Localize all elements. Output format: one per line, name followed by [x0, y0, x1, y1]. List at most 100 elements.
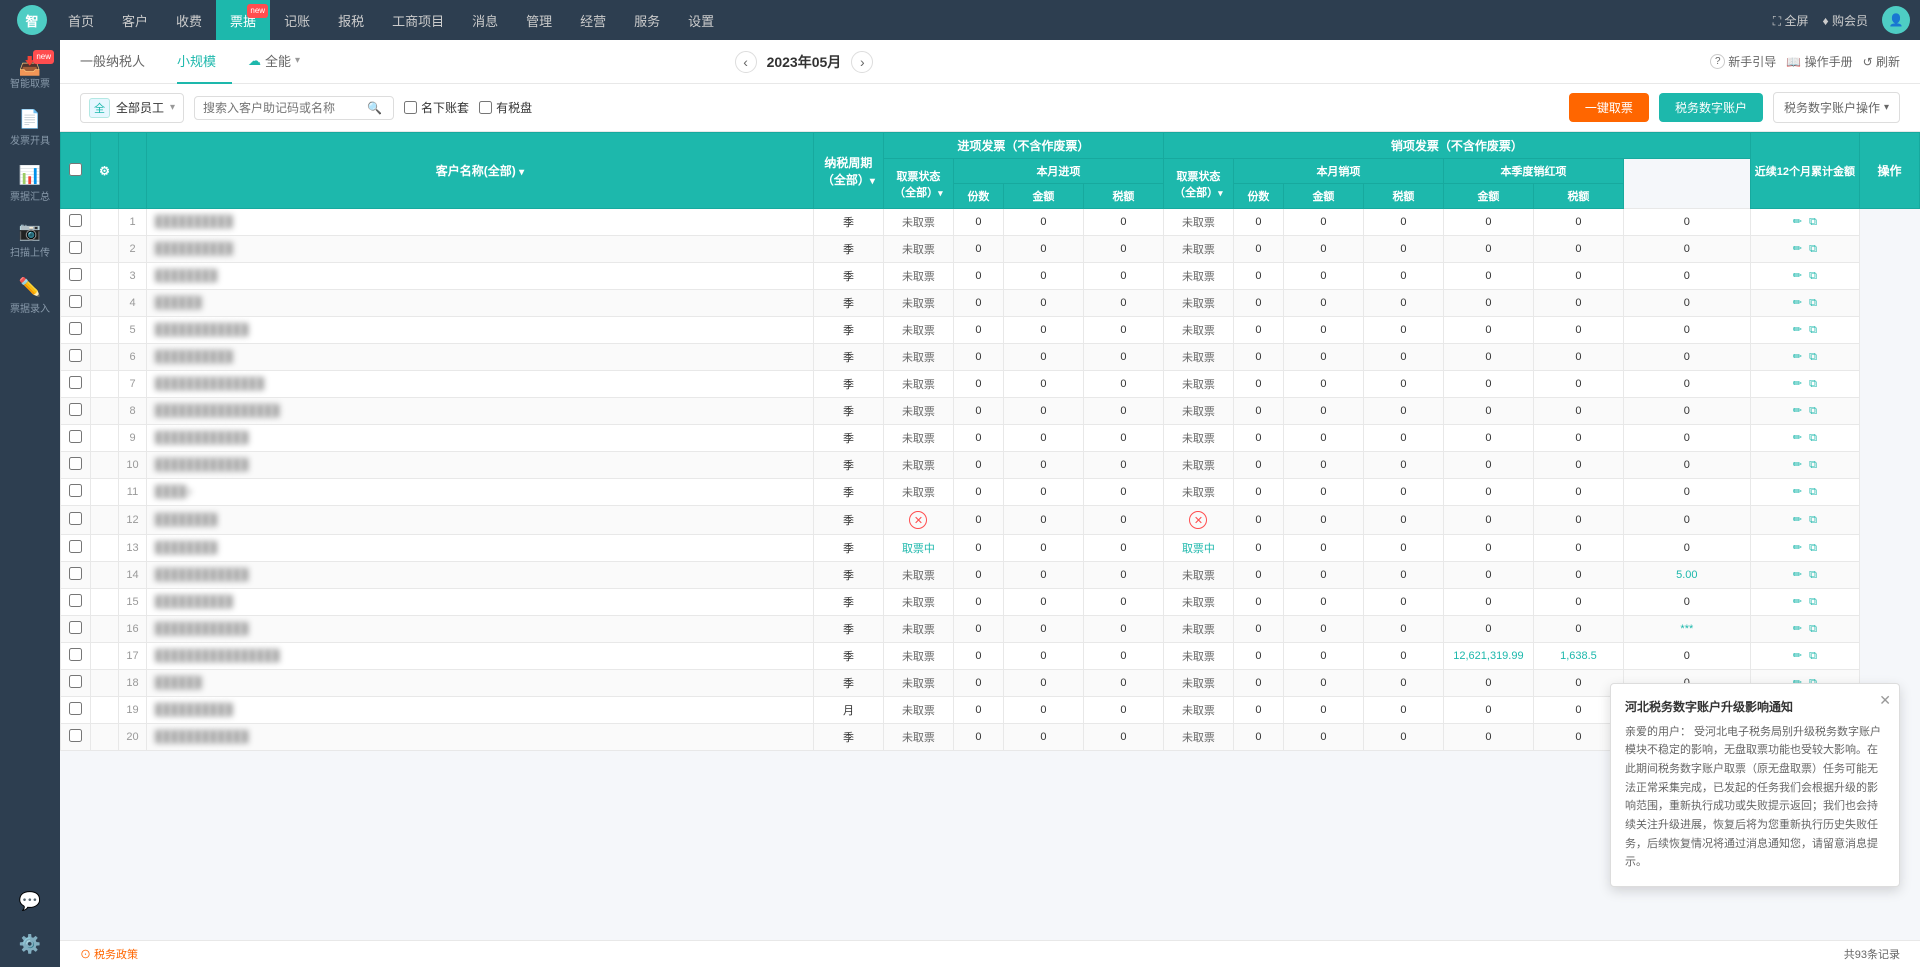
edit-icon[interactable]: ✏	[1793, 542, 1802, 554]
copy-icon[interactable]: ⧉	[1809, 405, 1817, 417]
notification-close-btn[interactable]: ✕	[1879, 692, 1891, 709]
subnav-all[interactable]: ☁ 全能 ▾	[248, 40, 316, 84]
prev-month-btn[interactable]: ‹	[735, 51, 757, 73]
copy-icon[interactable]: ⧉	[1809, 243, 1817, 255]
edit-icon[interactable]: ✏	[1793, 216, 1802, 228]
nav-item-message[interactable]: 消息	[458, 0, 512, 40]
row-checkbox[interactable]	[69, 484, 82, 497]
nav-item-service[interactable]: 服务	[620, 0, 674, 40]
nav-item-client[interactable]: 客户	[108, 0, 162, 40]
copy-icon[interactable]: ⧉	[1809, 270, 1817, 282]
sidebar-item-summary[interactable]: 📊 票据汇总	[2, 157, 58, 211]
copy-icon[interactable]: ⧉	[1809, 596, 1817, 608]
sidebar-item-open-invoice[interactable]: 📄 发票开具	[2, 101, 58, 155]
member-btn[interactable]: ♦ 购会员	[1823, 12, 1868, 29]
edit-icon[interactable]: ✏	[1793, 432, 1802, 444]
row-checkbox[interactable]	[69, 214, 82, 227]
copy-icon[interactable]: ⧉	[1809, 351, 1817, 363]
row-checkbox[interactable]	[69, 621, 82, 634]
th-out-status[interactable]: 取票状态（全部）▾	[1163, 159, 1233, 209]
copy-icon[interactable]: ⧉	[1809, 297, 1817, 309]
copy-icon[interactable]: ⧉	[1809, 486, 1817, 498]
edit-icon[interactable]: ✏	[1793, 514, 1802, 526]
row-checkbox[interactable]	[69, 512, 82, 525]
copy-icon[interactable]: ⧉	[1809, 569, 1817, 581]
row-checkbox[interactable]	[69, 457, 82, 470]
sidebar-bottom-icon1[interactable]: 💬	[2, 883, 58, 920]
row-checkbox[interactable]	[69, 376, 82, 389]
nav-item-fee[interactable]: 收费	[162, 0, 216, 40]
edit-icon[interactable]: ✏	[1793, 243, 1802, 255]
avatar[interactable]: 👤	[1882, 6, 1910, 34]
edit-icon[interactable]: ✏	[1793, 378, 1802, 390]
select-all-checkbox[interactable]	[69, 163, 82, 176]
nav-item-operation[interactable]: 经营	[566, 0, 620, 40]
row-checkbox[interactable]	[69, 349, 82, 362]
edit-icon[interactable]: ✏	[1793, 459, 1802, 471]
nav-item-manage[interactable]: 管理	[512, 0, 566, 40]
sidebar-item-entry[interactable]: ✏️ 票据录入	[2, 269, 58, 323]
row-checkbox[interactable]	[69, 729, 82, 742]
row-checkbox[interactable]	[69, 241, 82, 254]
row-checkbox[interactable]	[69, 295, 82, 308]
edit-icon[interactable]: ✏	[1793, 351, 1802, 363]
row-checkbox[interactable]	[69, 268, 82, 281]
manual-btn[interactable]: 📖 操作手册	[1786, 53, 1852, 70]
copy-icon[interactable]: ⧉	[1809, 542, 1817, 554]
sidebar-item-scan[interactable]: 📷 扫描上传	[2, 213, 58, 267]
sidebar-bottom-icon2[interactable]: ⚙️	[2, 926, 58, 963]
edit-icon[interactable]: ✏	[1793, 405, 1802, 417]
row-checkbox[interactable]	[69, 322, 82, 335]
th-tax-period[interactable]: 纳税周期（全部）▾	[813, 133, 883, 209]
row-checkbox[interactable]	[69, 648, 82, 661]
edit-icon[interactable]: ✏	[1793, 569, 1802, 581]
fullscreen-btn[interactable]: ⛶ 全屏	[1773, 12, 1809, 29]
copy-icon[interactable]: ⧉	[1809, 623, 1817, 635]
copy-icon[interactable]: ⧉	[1809, 459, 1817, 471]
checkbox-name-account[interactable]: 名下账套	[404, 99, 469, 116]
row-checkbox[interactable]	[69, 702, 82, 715]
copy-icon[interactable]: ⧉	[1809, 432, 1817, 444]
edit-icon[interactable]: ✏	[1793, 270, 1802, 282]
edit-icon[interactable]: ✏	[1793, 486, 1802, 498]
row-checkbox[interactable]	[69, 675, 82, 688]
edit-icon[interactable]: ✏	[1793, 324, 1802, 336]
nav-item-tax[interactable]: 报税	[324, 0, 378, 40]
row-checkbox[interactable]	[69, 540, 82, 553]
nav-item-business[interactable]: 工商项目	[378, 0, 458, 40]
table-row: 3 ████████ 季 未取票 0 0 0 未取票 0 0 0 0 0 0 ✏…	[61, 263, 1920, 290]
copy-icon[interactable]: ⧉	[1809, 378, 1817, 390]
nav-item-invoice[interactable]: 票据 new	[216, 0, 270, 40]
subnav-small[interactable]: 小规模	[177, 40, 232, 84]
refresh-btn[interactable]: ↺ 刷新	[1863, 53, 1900, 70]
next-month-btn[interactable]: ›	[851, 51, 873, 73]
one-click-ticket-btn[interactable]: 一键取票	[1569, 93, 1649, 122]
checkbox-has-taxdisk[interactable]: 有税盘	[479, 99, 532, 116]
edit-icon[interactable]: ✏	[1793, 623, 1802, 635]
edit-icon[interactable]: ✏	[1793, 650, 1802, 662]
subnav-general[interactable]: 一般纳税人	[80, 40, 161, 84]
search-input[interactable]	[203, 101, 363, 115]
copy-icon[interactable]: ⧉	[1809, 216, 1817, 228]
th-in-status[interactable]: 取票状态（全部）▾	[883, 159, 953, 209]
row-checkbox[interactable]	[69, 567, 82, 580]
search-icon[interactable]: 🔍	[367, 101, 382, 115]
edit-icon[interactable]: ✏	[1793, 596, 1802, 608]
copy-icon[interactable]: ⧉	[1809, 324, 1817, 336]
th-client-name[interactable]: 客户名称(全部) ▾	[147, 133, 814, 209]
sidebar-item-smart-ticket[interactable]: 📥 智能取票 new	[2, 48, 58, 99]
nav-item-home[interactable]: 首页	[54, 0, 108, 40]
copy-icon[interactable]: ⧉	[1809, 650, 1817, 662]
copy-icon[interactable]: ⧉	[1809, 514, 1817, 526]
row-checkbox[interactable]	[69, 403, 82, 416]
tax-digital-account-ops-btn[interactable]: 税务数字账户操作 ▾	[1773, 92, 1900, 123]
edit-icon[interactable]: ✏	[1793, 297, 1802, 309]
tax-policy-link[interactable]: ⊙ 税务政策	[80, 946, 138, 962]
nav-item-account[interactable]: 记账	[270, 0, 324, 40]
row-checkbox[interactable]	[69, 594, 82, 607]
guide-btn[interactable]: ? 新手引导	[1710, 53, 1776, 70]
tax-digital-account-btn[interactable]: 税务数字账户	[1659, 93, 1763, 122]
nav-item-settings[interactable]: 设置	[674, 0, 728, 40]
staff-select[interactable]: 全 全部员工 ▾	[80, 93, 184, 123]
row-checkbox[interactable]	[69, 430, 82, 443]
